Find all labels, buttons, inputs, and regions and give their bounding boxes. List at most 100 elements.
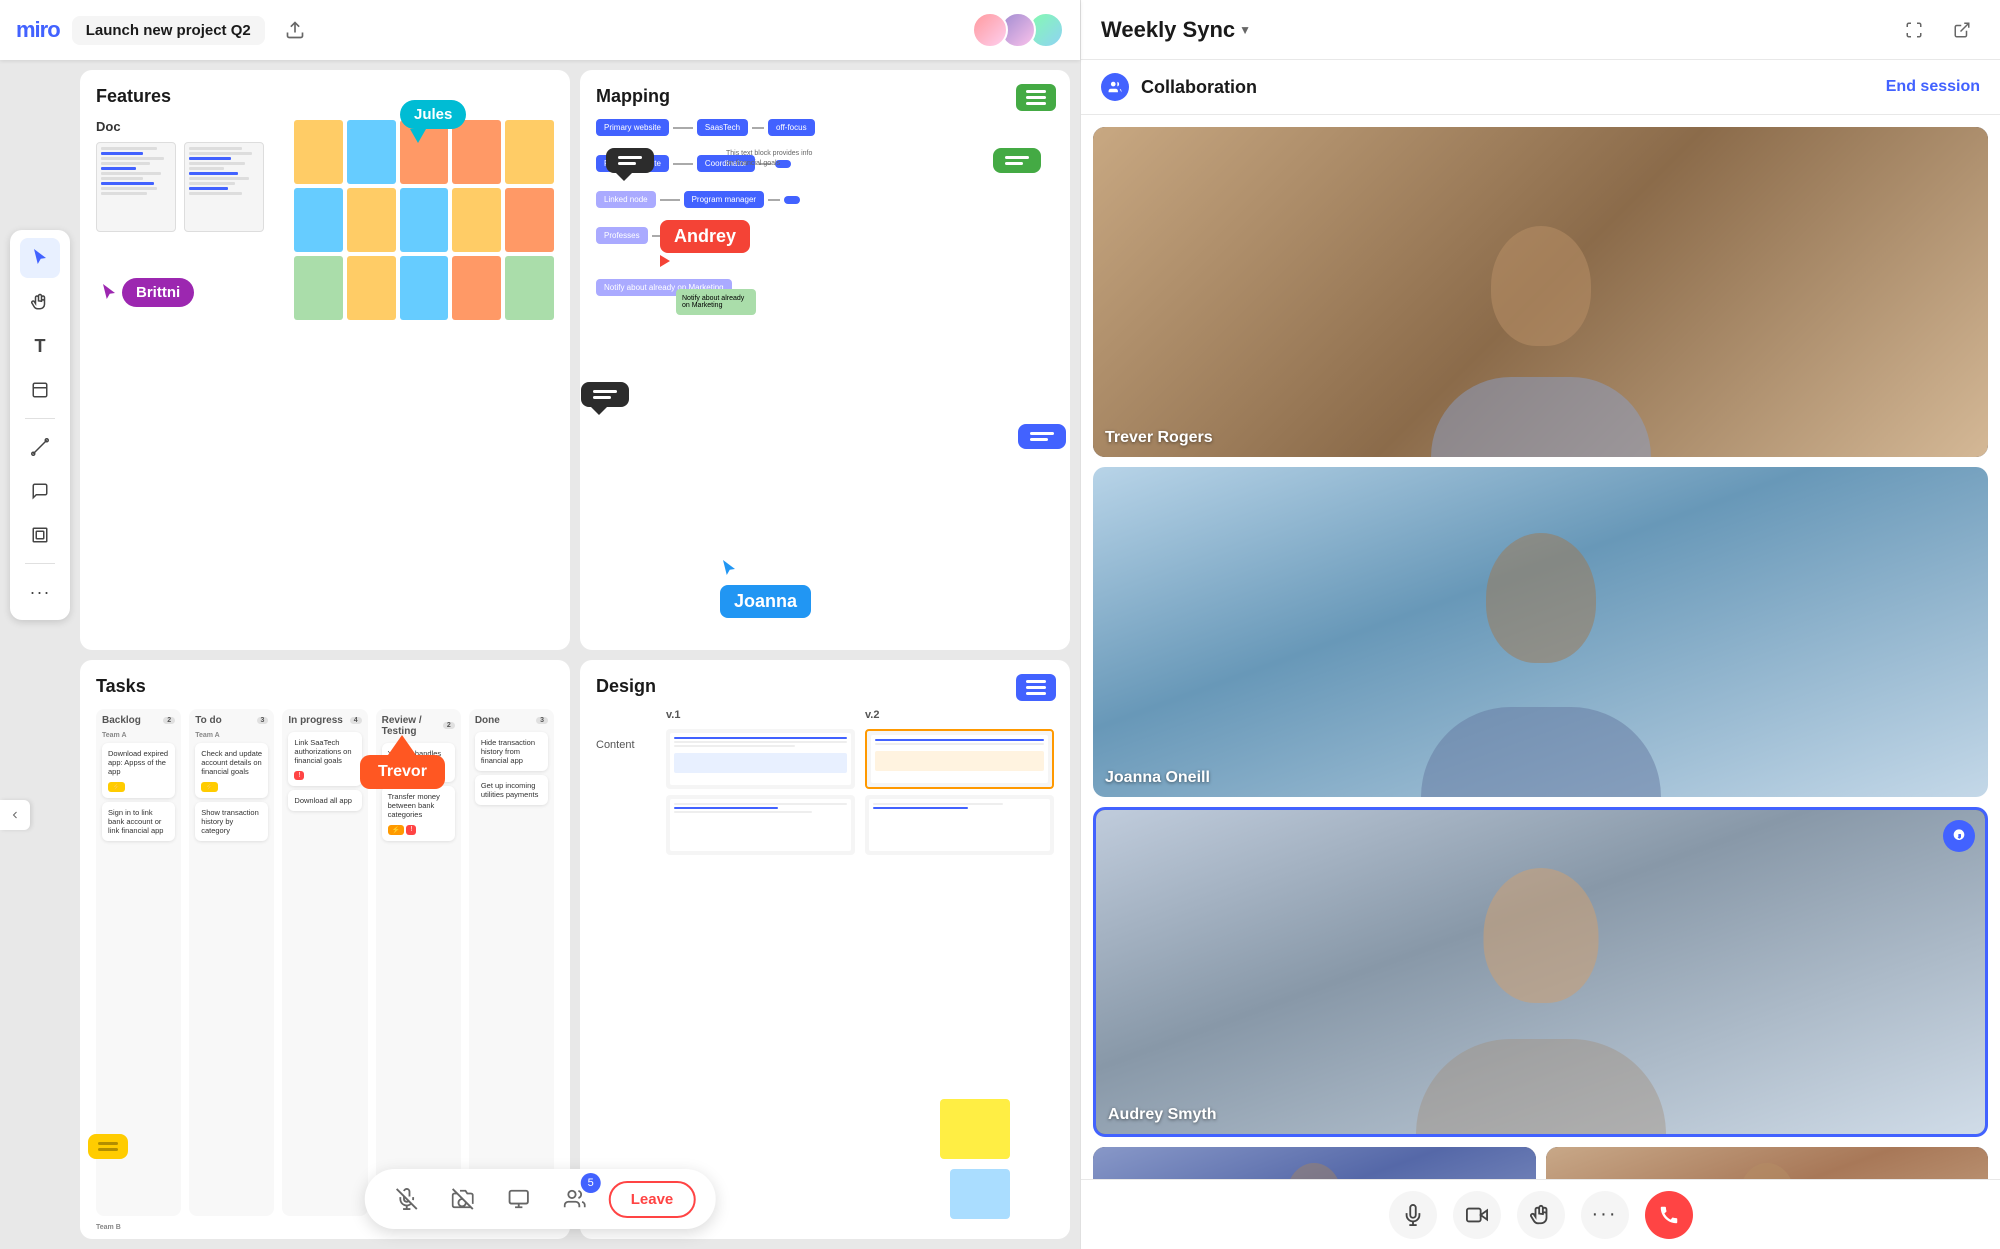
joanna-body-sim [1421, 707, 1661, 797]
kanban-card-9: Hide transaction history from financial … [475, 732, 548, 771]
right-panel: Weekly Sync ▼ Collaboration End session [1080, 0, 2000, 1249]
collapse-sidebar-btn[interactable] [0, 800, 30, 830]
kanban-col-inprogress-header: In progress4 [288, 715, 361, 726]
kanban-card-1: Download expired app: Appss of the app ⚡ [102, 743, 175, 798]
panel-mic-button[interactable] [1389, 1191, 1437, 1239]
kanban-col-todo-header: To do3 [195, 715, 268, 726]
leave-button[interactable]: Leave [609, 1181, 696, 1218]
end-session-button[interactable]: End session [1886, 78, 1980, 96]
sticky-8 [400, 188, 449, 252]
audrey-face-sim [1483, 868, 1598, 1003]
content-label: Content [596, 739, 656, 751]
map-connector-6 [768, 199, 780, 201]
trevor-label: Trevor [360, 755, 445, 789]
text-tool[interactable]: T [20, 326, 60, 366]
brittni-cursor: Brittni [100, 278, 194, 307]
top-bar: miro Launch new project Q2 [0, 0, 1080, 60]
camera-button[interactable] [441, 1177, 485, 1221]
joanna-video-card: Joanna Oneill [1093, 467, 1988, 797]
map-node-7: Linked node [596, 191, 656, 208]
kanban-card-2: Sign in to link bank account or link fin… [102, 802, 175, 841]
left-toolbar: T ··· [10, 230, 70, 620]
panel-camera-button[interactable] [1453, 1191, 1501, 1239]
andrey-arrow [660, 255, 670, 267]
trevor-arrow-up [388, 735, 416, 755]
canvas-area: miro Launch new project Q2 T [0, 0, 1080, 1249]
kanban-card-5: Link SaaTech authorizations on financial… [288, 732, 361, 786]
map-connector-2 [752, 127, 764, 129]
design-sticky-yellow [940, 1099, 1010, 1159]
avatar-1[interactable] [972, 12, 1008, 48]
fullscreen-button[interactable] [1896, 12, 1932, 48]
map-sticky: Notify about already on Marketing [676, 289, 756, 315]
map-node-3: off-focus [768, 119, 815, 136]
map-node-10: Professes [596, 227, 648, 244]
trever-video-bg [1093, 127, 1988, 457]
jules-face-sim [1287, 1163, 1342, 1179]
dropdown-arrow-icon: ▼ [1239, 23, 1251, 37]
share-screen-button[interactable] [497, 1177, 541, 1221]
panel-controls: ··· [1081, 1179, 2000, 1249]
map-node-1: Primary website [596, 119, 669, 136]
small-video-row: Jules Hutton You [1093, 1147, 1988, 1179]
mute-button[interactable] [385, 1177, 429, 1221]
design-title: Design [596, 676, 1054, 697]
design-v1-col: v.1 [666, 709, 855, 861]
panel-more-button[interactable]: ··· [1581, 1191, 1629, 1239]
hand-tool[interactable] [20, 282, 60, 322]
mapping-menu[interactable] [1016, 84, 1056, 111]
panel-end-call-button[interactable] [1645, 1191, 1693, 1239]
sticky-13 [400, 256, 449, 320]
leave-label: Leave [631, 1191, 674, 1208]
joanna-cursor: Joanna [720, 560, 811, 618]
andrey-label: Andrey [660, 220, 750, 253]
panel-header: Weekly Sync ▼ [1081, 0, 2000, 60]
comment-tool[interactable] [20, 471, 60, 511]
collab-header: Collaboration End session [1081, 60, 2000, 115]
external-link-button[interactable] [1944, 12, 1980, 48]
note-icon-bottom[interactable] [88, 1134, 128, 1159]
kanban-col-done: Done3 Hide transaction history from fina… [469, 709, 554, 1217]
jules-label: Jules [400, 100, 466, 129]
kanban-card-10: Get up incoming utilities payments [475, 775, 548, 805]
trever-face-sim [1491, 226, 1591, 346]
jules-arrow [410, 129, 426, 143]
map-node-2: SaasTech [697, 119, 748, 136]
avatar-group [980, 12, 1064, 48]
design-v2-col: v.2 [865, 709, 1054, 861]
audrey-video-name: Audrey Smyth [1108, 1106, 1216, 1124]
chat-bubble-4 [1018, 424, 1066, 449]
chat-bubble-1 [606, 148, 654, 173]
upload-button[interactable] [277, 12, 313, 48]
quadrant-grid: Features Doc [80, 70, 1070, 1239]
more-tools[interactable]: ··· [20, 572, 60, 612]
project-title[interactable]: Launch new project Q2 [72, 16, 265, 45]
panel-hand-button[interactable] [1517, 1191, 1565, 1239]
frame-tool[interactable] [20, 515, 60, 555]
design-frame-v1-2 [666, 795, 855, 855]
connector-tool[interactable] [20, 427, 60, 467]
kanban-col-review-header: Review / Testing2 [382, 715, 455, 737]
audrey-video-bg [1096, 810, 1985, 1134]
collab-title: Collaboration [1141, 77, 1257, 98]
kanban-card-6: Download all app [288, 790, 361, 811]
design-menu[interactable] [1016, 674, 1056, 701]
sticky-2 [347, 120, 396, 184]
sticky-7 [347, 188, 396, 252]
tasks-quadrant: Tasks Backlog2 Team A Download expired a… [80, 660, 570, 1240]
doc-thumb-2 [184, 142, 264, 232]
panel-title: Weekly Sync [1101, 17, 1235, 43]
sticky-14 [452, 256, 501, 320]
sticky-5 [505, 120, 554, 184]
design-content: Content v.1 [596, 709, 1054, 861]
features-title: Features [96, 86, 554, 107]
kanban-board: Backlog2 Team A Download expired app: Ap… [96, 709, 554, 1217]
kanban-col-inprogress: In progress4 Link SaaTech authorizations… [282, 709, 367, 1217]
cursor-tool[interactable] [20, 238, 60, 278]
session-title-dropdown[interactable]: Weekly Sync ▼ [1101, 17, 1251, 43]
audrey-body-sim [1416, 1039, 1666, 1134]
miro-logo: miro [16, 17, 60, 43]
sticky-tool[interactable] [20, 370, 60, 410]
map-text-block: This text block provides info on financi… [726, 149, 816, 169]
map-node-9 [784, 196, 800, 204]
